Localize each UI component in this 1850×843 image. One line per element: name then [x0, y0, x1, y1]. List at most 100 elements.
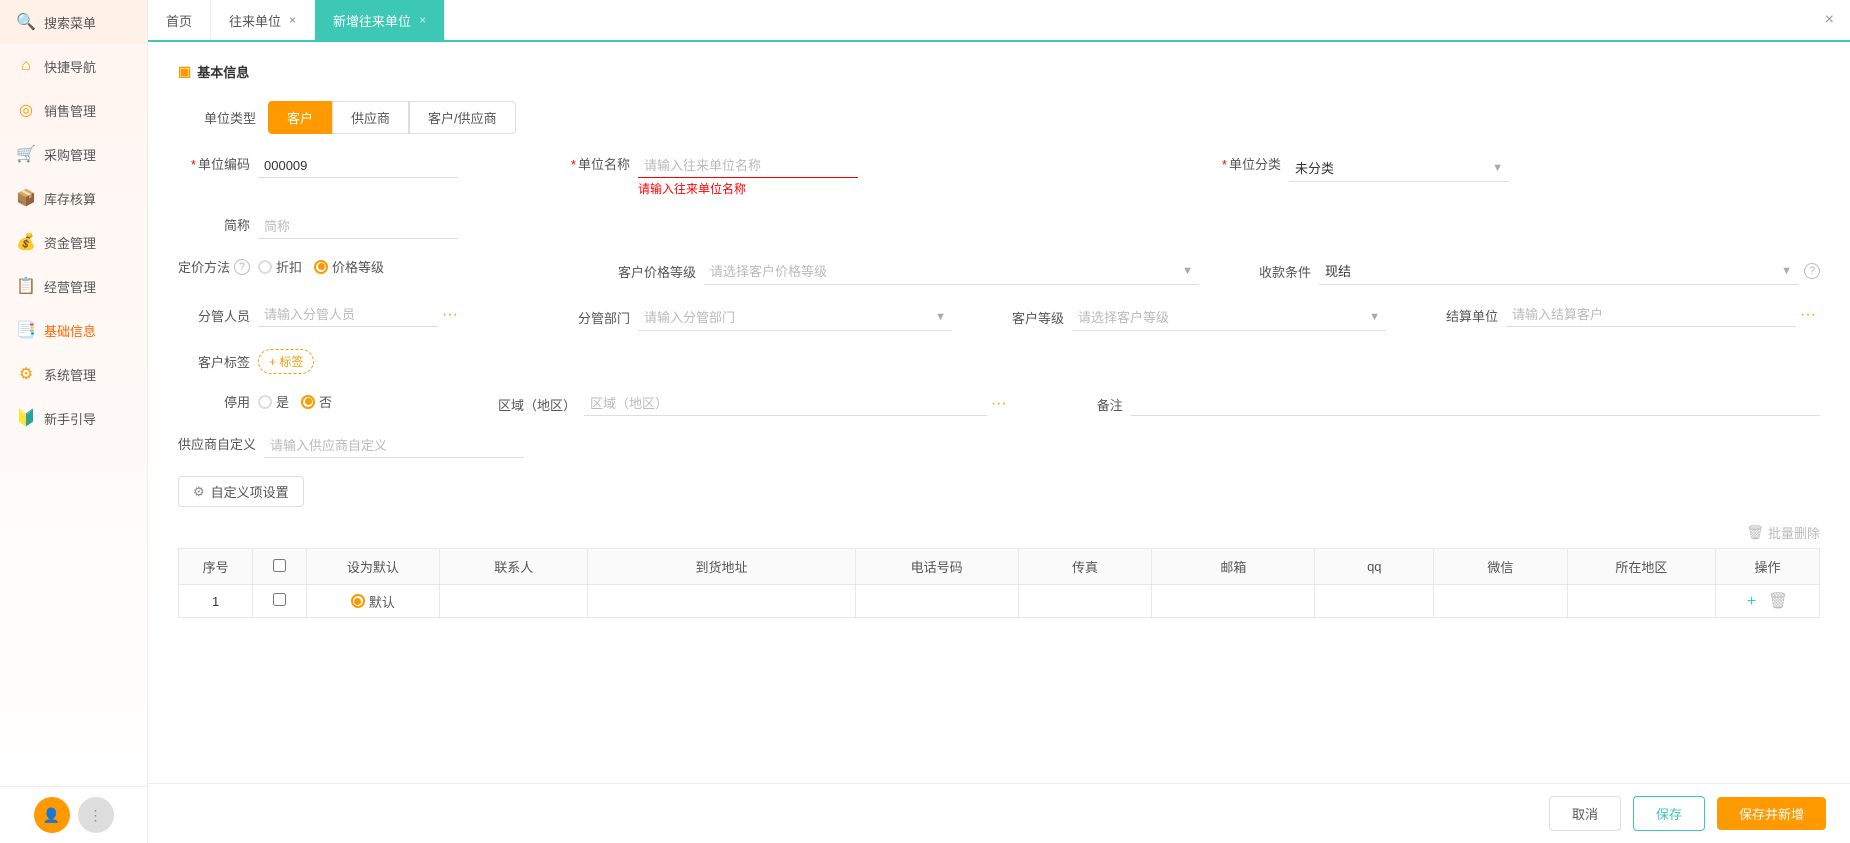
row-area-input[interactable]: [1578, 594, 1705, 609]
row-area[interactable]: [1567, 585, 1715, 618]
sidebar-item-system[interactable]: ⚙ 系统管理: [0, 352, 147, 396]
tab-trading-unit[interactable]: 往来单位 ×: [211, 0, 315, 40]
sidebar-item-operations[interactable]: 📋 经营管理: [0, 264, 147, 308]
section-title-icon: ▣: [178, 63, 191, 80]
department-placeholder: 请输入分管部门: [644, 307, 735, 326]
tab-trading-unit-close[interactable]: ×: [289, 13, 296, 27]
settlement-unit-more-btn[interactable]: ···: [1796, 306, 1820, 324]
field-pricing-method: 定价方法 ? 折扣 价格等级: [178, 257, 578, 276]
tab-bar: 首页 往来单位 × 新增往来单位 × ×: [148, 0, 1850, 42]
radio-yes[interactable]: 是: [258, 392, 289, 411]
row-contact[interactable]: [440, 585, 588, 618]
add-tag-btn[interactable]: + 标签: [258, 349, 314, 374]
tab-new-trading-unit[interactable]: 新增往来单位 ×: [315, 0, 445, 40]
col-email: 邮箱: [1152, 549, 1315, 585]
sidebar-item-finance[interactable]: 💰 资金管理: [0, 220, 147, 264]
unit-name-input[interactable]: [638, 154, 858, 178]
row-default: 默认: [306, 585, 440, 618]
row-address-input[interactable]: [598, 594, 844, 609]
close-all-btn[interactable]: ×: [1809, 0, 1850, 40]
sidebar-item-purchase[interactable]: 🛒 采购管理: [0, 132, 147, 176]
unit-category-value: 未分类: [1295, 158, 1334, 177]
customer-price-level-select[interactable]: 请选择客户价格等级 ▼: [704, 257, 1199, 285]
row-default-radio-circle: [351, 594, 365, 608]
row-phone-input[interactable]: [866, 594, 1008, 609]
radio-discount[interactable]: 折扣: [258, 257, 302, 276]
radio-no[interactable]: 否: [301, 392, 332, 411]
row-email[interactable]: [1152, 585, 1315, 618]
table-header-row: 序号 设为默认 联系人 到货地址 电话号码 传真 邮箱 qq 微信 所在地区 操…: [179, 549, 1820, 585]
manager-input[interactable]: [258, 303, 438, 327]
payment-terms-arrow: ▼: [1781, 265, 1792, 277]
row-add-btn[interactable]: +: [1743, 593, 1760, 611]
settlement-unit-label: 结算单位: [1426, 306, 1506, 325]
row-checkbox[interactable]: [273, 593, 286, 606]
department-select[interactable]: 请输入分管部门 ▼: [638, 303, 952, 331]
row-check: [253, 585, 306, 618]
sidebar-label-purchase: 采购管理: [44, 145, 96, 164]
save-new-button[interactable]: 保存并新增: [1717, 797, 1826, 830]
form-row-supplier-custom: 供应商自定义: [178, 434, 1820, 458]
supplier-custom-label: 供应商自定义: [178, 434, 264, 453]
save-button[interactable]: 保存: [1633, 796, 1705, 831]
unit-category-select[interactable]: 未分类 ▼: [1289, 154, 1509, 182]
supplier-custom-input[interactable]: [264, 434, 524, 458]
row-address[interactable]: [588, 585, 855, 618]
customer-price-level-arrow: ▼: [1182, 265, 1193, 277]
row-delete-btn[interactable]: 🗑: [1764, 591, 1792, 611]
sidebar-label-basic-info: 基础信息: [44, 321, 96, 340]
sidebar-search-label: 搜索菜单: [44, 13, 96, 32]
operations-icon: 📋: [16, 276, 36, 296]
tab-home[interactable]: 首页: [148, 0, 211, 40]
unit-btn-both[interactable]: 客户/供应商: [409, 101, 516, 134]
payment-terms-select[interactable]: 现结 ▼: [1319, 257, 1798, 285]
field-remark: 备注: [1051, 392, 1820, 416]
tab-new-trading-unit-close[interactable]: ×: [419, 13, 426, 27]
remark-input[interactable]: [1131, 392, 1820, 416]
unit-name-error: 请输入往来单位名称: [638, 180, 1169, 197]
field-unit-code: 单位编码: [178, 154, 518, 178]
row-fax-input[interactable]: [1029, 594, 1142, 609]
customer-level-arrow: ▼: [1369, 311, 1380, 323]
unit-btn-supplier[interactable]: 供应商: [332, 101, 409, 134]
sidebar-search[interactable]: 🔍 搜索菜单: [0, 0, 147, 44]
row-default-radio[interactable]: 默认: [317, 592, 430, 611]
form-row-manager: 分管人员 ··· 分管部门 请输入分管部门 ▼ 客户等级 请选择客户等级: [178, 303, 1820, 331]
pricing-method-radio-group: 折扣 价格等级: [258, 257, 384, 276]
row-default-radio-label: 默认: [369, 592, 395, 611]
row-qq[interactable]: [1315, 585, 1434, 618]
row-wechat[interactable]: [1434, 585, 1568, 618]
sidebar-label-inventory: 库存核算: [44, 189, 96, 208]
field-supplier-custom: 供应商自定义: [178, 434, 1820, 458]
sidebar-item-inventory[interactable]: 📦 库存核算: [0, 176, 147, 220]
row-contact-input[interactable]: [450, 594, 577, 609]
manager-more-btn[interactable]: ···: [438, 306, 462, 324]
sidebar-item-sales[interactable]: ◎ 销售管理: [0, 88, 147, 132]
row-fax[interactable]: [1018, 585, 1152, 618]
cancel-button[interactable]: 取消: [1549, 796, 1621, 831]
row-qq-input[interactable]: [1325, 594, 1423, 609]
customer-level-select[interactable]: 请选择客户等级 ▼: [1072, 303, 1386, 331]
sidebar-item-quick-nav[interactable]: ⌂ 快捷导航: [0, 44, 147, 88]
custom-settings-btn[interactable]: ⚙ 自定义项设置: [178, 476, 304, 507]
sidebar-item-basic-info[interactable]: 📑 基础信息: [0, 308, 147, 352]
sidebar-user-btn[interactable]: 👤: [34, 797, 70, 833]
row-email-input[interactable]: [1162, 594, 1304, 609]
form-row-codes: 单位编码 单位名称 请输入往来单位名称 单位分类 未分类 ▼: [178, 154, 1820, 197]
row-wechat-input[interactable]: [1444, 594, 1557, 609]
col-check: [253, 549, 306, 585]
select-all-checkbox[interactable]: [273, 559, 286, 572]
batch-delete-label[interactable]: 批量删除: [1768, 523, 1820, 542]
region-input[interactable]: [584, 392, 987, 416]
payment-terms-help-icon[interactable]: ?: [1804, 263, 1820, 279]
settlement-unit-input[interactable]: [1506, 303, 1796, 327]
region-more-btn[interactable]: ···: [987, 395, 1011, 413]
radio-price-level[interactable]: 价格等级: [314, 257, 384, 276]
unit-code-input[interactable]: [258, 154, 458, 178]
row-phone[interactable]: [855, 585, 1018, 618]
pricing-help-icon[interactable]: ?: [234, 259, 250, 275]
sidebar-extra-btn[interactable]: ⋮: [78, 797, 114, 833]
unit-btn-customer[interactable]: 客户: [268, 101, 332, 134]
sidebar-item-guide[interactable]: 🔰 新手引导: [0, 396, 147, 440]
short-name-input[interactable]: [258, 215, 458, 239]
